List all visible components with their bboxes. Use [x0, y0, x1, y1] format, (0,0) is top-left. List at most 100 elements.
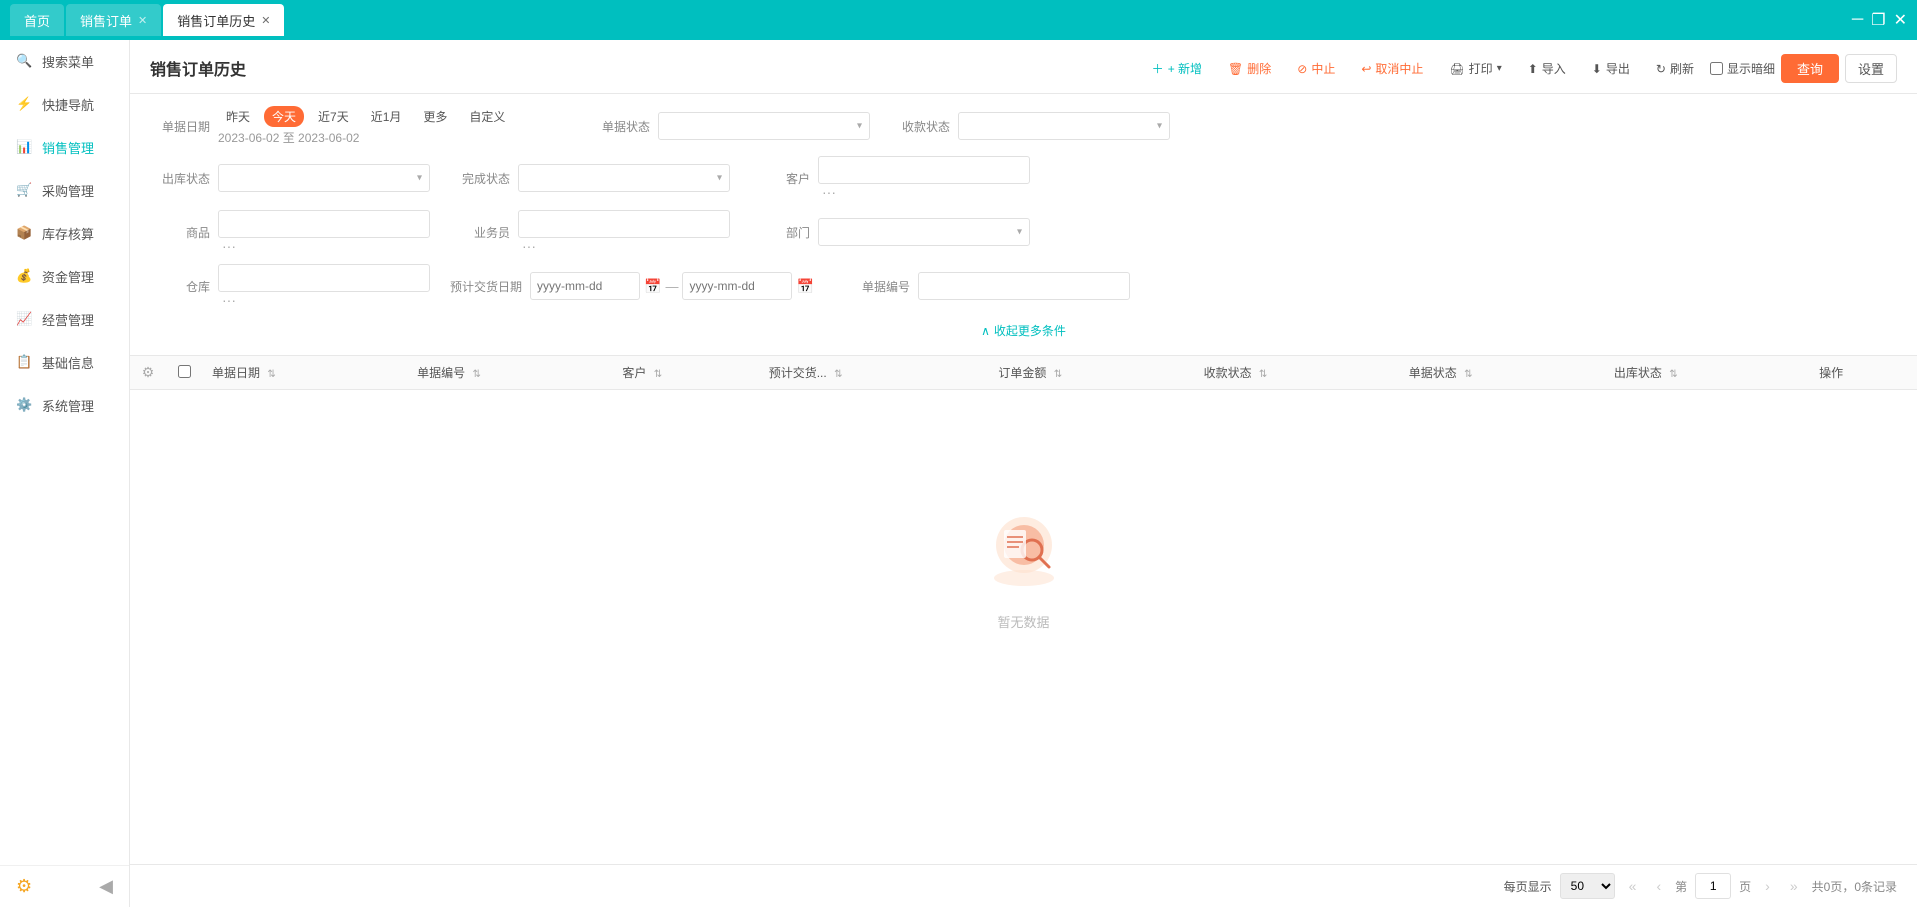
th-bill-status[interactable]: 单据状态 ⇅ [1399, 356, 1604, 390]
th-delivery[interactable]: 预计交货... ⇅ [759, 356, 989, 390]
date-custom[interactable]: 自定义 [461, 106, 513, 127]
display-cols-checkbox[interactable] [1710, 62, 1723, 75]
refresh-button[interactable]: ↻ 刷新 [1646, 56, 1704, 81]
th-date-label: 单据日期 [212, 366, 260, 380]
warehouse-label: 仓库 [150, 278, 210, 295]
bill-status-select[interactable] [658, 112, 870, 140]
salesman-dots[interactable]: ··· [518, 238, 540, 254]
tab-sales-order-close[interactable]: ✕ [138, 14, 147, 27]
last-page-button[interactable]: » [1784, 876, 1804, 896]
date-separator: — [665, 279, 678, 294]
import-button-label: 导入 [1542, 60, 1566, 77]
sidebar-collapse-icon[interactable]: ◀ [99, 876, 113, 897]
calendar-start-icon[interactable]: 📅 [644, 278, 661, 295]
page-size-select[interactable]: 20 50 100 [1560, 873, 1615, 899]
th-amount[interactable]: 订单金额 ⇅ [988, 356, 1193, 390]
goods-input[interactable] [218, 210, 430, 238]
delete-icon: 🗑 [1228, 62, 1243, 76]
sidebar-item-sales-mgmt[interactable]: 📊 销售管理 [0, 126, 129, 169]
date-today[interactable]: 今天 [264, 106, 304, 127]
tab-home[interactable]: 首页 [10, 4, 64, 36]
outbound-status-select[interactable] [218, 164, 430, 192]
bill-number-control [918, 272, 1130, 300]
customer-dots[interactable]: ··· [818, 184, 840, 200]
window-restore-icon[interactable]: ❐ [1871, 10, 1885, 30]
date-more[interactable]: 更多 [415, 106, 455, 127]
sidebar-item-system-mgmt[interactable]: ⚙️ 系统管理 [0, 384, 129, 427]
warehouse-dots[interactable]: ··· [218, 292, 240, 308]
sidebar-item-quick-nav[interactable]: ⚡ 快捷导航 [0, 83, 129, 126]
quick-nav-icon: ⚡ [16, 96, 34, 114]
sort-amount-icon: ⇅ [1054, 369, 1062, 380]
filter-delivery-date: 预计交货日期 📅 — 📅 [450, 272, 830, 300]
collapse-bar[interactable]: ∧ 收起更多条件 [150, 318, 1897, 343]
delivery-date-end[interactable] [682, 272, 792, 300]
page-number-input[interactable] [1695, 873, 1731, 899]
tab-sales-order[interactable]: 销售订单 ✕ [66, 4, 161, 36]
sidebar-item-inventory-check[interactable]: 📦 库存核算 [0, 212, 129, 255]
select-all-checkbox[interactable] [178, 365, 191, 378]
sidebar-item-search-menu[interactable]: 🔍 搜索菜单 [0, 40, 129, 83]
sidebar-settings-icon[interactable]: ⚙ [16, 876, 32, 897]
bill-number-input[interactable] [918, 272, 1130, 300]
date-7days[interactable]: 近7天 [310, 106, 357, 127]
print-button[interactable]: 🖨 打印 ▾ [1439, 56, 1511, 81]
customer-input[interactable] [818, 156, 1030, 184]
next-page-button[interactable]: › [1759, 876, 1776, 896]
complete-status-select[interactable] [518, 164, 730, 192]
goods-label: 商品 [150, 224, 210, 241]
sidebar-item-label: 搜索菜单 [42, 52, 94, 71]
export-button[interactable]: ⬇ 导出 [1582, 56, 1640, 81]
new-button[interactable]: ＋ + 新增 [1142, 56, 1212, 81]
th-number[interactable]: 单据编号 ⇅ [407, 356, 612, 390]
export-icon: ⬇ [1592, 62, 1602, 76]
salesman-input[interactable] [518, 210, 730, 238]
th-outbound-status[interactable]: 出库状态 ⇅ [1604, 356, 1809, 390]
query-button[interactable]: 查询 [1781, 54, 1839, 83]
sort-outbound-status-icon: ⇅ [1669, 369, 1677, 380]
stop-button[interactable]: ⊘ 中止 [1287, 56, 1345, 81]
delivery-date-start[interactable] [530, 272, 640, 300]
calendar-end-icon[interactable]: 📅 [796, 278, 813, 295]
cancel-stop-button[interactable]: ↩ 取消中止 [1351, 56, 1433, 81]
setting-button[interactable]: 设置 [1845, 54, 1897, 83]
table-settings-icon[interactable]: ⚙ [142, 364, 155, 380]
bill-number-label: 单据编号 [850, 278, 910, 295]
th-payment-status[interactable]: 收款状态 ⇅ [1194, 356, 1399, 390]
stop-button-label: 中止 [1311, 60, 1335, 77]
date-control: 昨天 今天 近7天 近1月 更多 自定义 2023-06-02 至 2023-0… [218, 106, 570, 146]
sidebar-item-label: 经营管理 [42, 310, 94, 329]
payment-status-select[interactable] [958, 112, 1170, 140]
date-1month[interactable]: 近1月 [363, 106, 410, 127]
sidebar-item-operations-mgmt[interactable]: 📈 经营管理 [0, 298, 129, 341]
import-button[interactable]: ⬆ 导入 [1518, 56, 1576, 81]
stop-icon: ⊘ [1297, 62, 1307, 76]
prev-page-button[interactable]: ‹ [1650, 876, 1667, 896]
sidebar-item-basic-info[interactable]: 📋 基础信息 [0, 341, 129, 384]
capital-mgmt-icon: 💰 [16, 268, 34, 286]
th-date[interactable]: 单据日期 ⇅ [202, 356, 407, 390]
sidebar-item-capital-mgmt[interactable]: 💰 资金管理 [0, 255, 129, 298]
window-close-icon[interactable]: ✕ [1894, 10, 1907, 30]
content: 销售订单历史 ＋ + 新增 🗑 删除 ⊘ 中止 ↩ 取消中止 [130, 40, 1917, 907]
empty-state: 暂无数据 [130, 390, 1917, 740]
dept-label: 部门 [750, 224, 810, 241]
warehouse-input[interactable] [218, 264, 430, 292]
sidebar-item-purchase-mgmt[interactable]: 🛒 采购管理 [0, 169, 129, 212]
delete-button[interactable]: 🗑 删除 [1218, 56, 1281, 81]
dept-select[interactable] [818, 218, 1030, 246]
sort-date-icon: ⇅ [267, 369, 275, 380]
date-yesterday[interactable]: 昨天 [218, 106, 258, 127]
first-page-button[interactable]: « [1623, 876, 1643, 896]
tab-sales-order-history-close[interactable]: ✕ [261, 14, 270, 27]
th-payment-status-label: 收款状态 [1204, 366, 1252, 380]
goods-dots[interactable]: ··· [218, 238, 240, 254]
th-customer-label: 客户 [622, 366, 646, 380]
filter-row-4: 仓库 ··· 预计交货日期 📅 — 📅 [150, 264, 1897, 308]
tab-sales-order-history[interactable]: 销售订单历史 ✕ [163, 4, 284, 36]
display-cols-toggle[interactable]: 显示暗细 [1710, 60, 1775, 77]
sidebar: 🔍 搜索菜单 ⚡ 快捷导航 📊 销售管理 🛒 采购管理 📦 库存核算 💰 资金管… [0, 40, 130, 907]
export-button-label: 导出 [1606, 60, 1630, 77]
th-customer[interactable]: 客户 ⇅ [612, 356, 758, 390]
window-minimize-icon[interactable]: ─ [1852, 11, 1863, 29]
